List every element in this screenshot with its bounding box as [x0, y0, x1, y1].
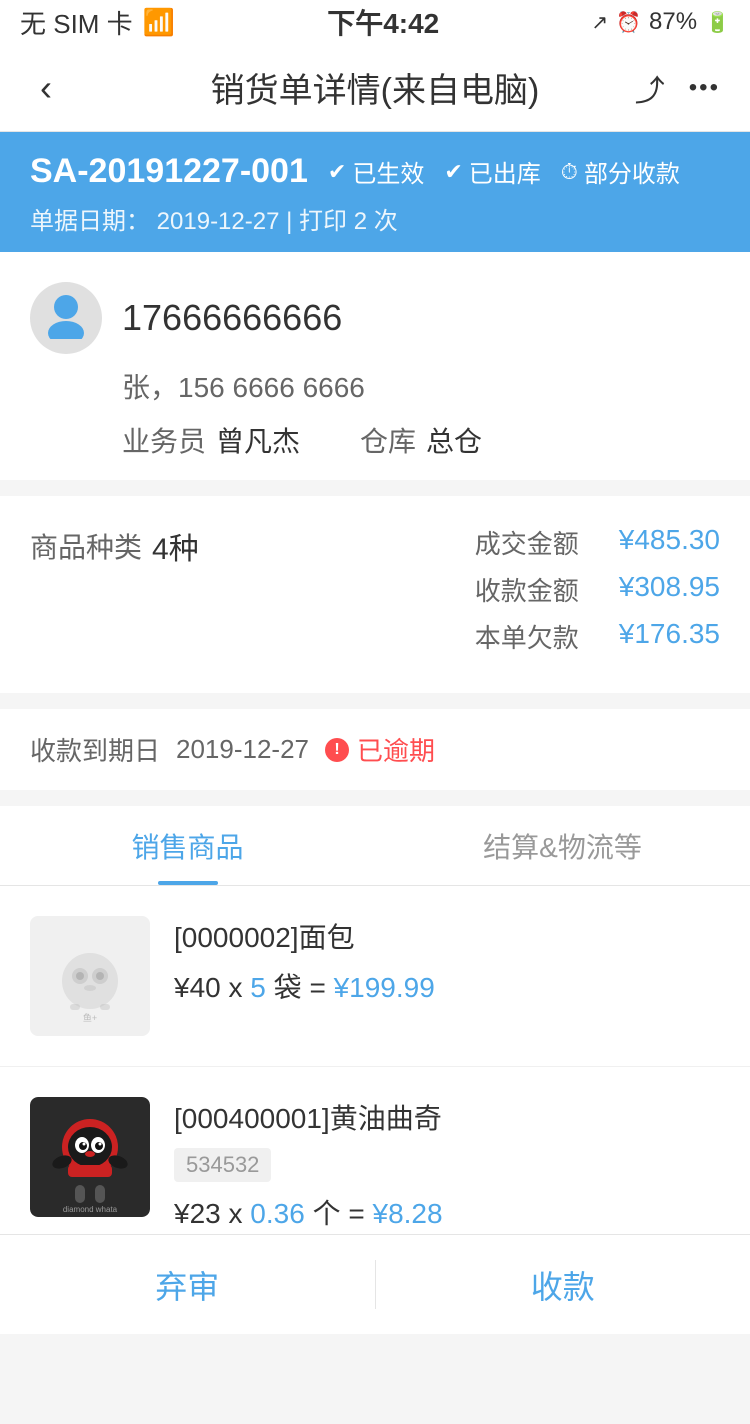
- status-effective: ✔ 已生效: [328, 154, 424, 189]
- product-count: 4种: [152, 524, 199, 568]
- status-bar: 无 SIM 卡 📶 下午4:42 ↗ ⏰ 87% 🔋: [0, 0, 750, 44]
- svg-text:鱼+: 鱼+: [83, 1012, 97, 1023]
- print-suffix: 次: [374, 208, 398, 235]
- order-id: SA-20191227-001: [30, 152, 308, 191]
- print-separator: | 打印: [286, 208, 354, 235]
- share-button[interactable]: ⤴: [635, 66, 665, 110]
- wifi-icon: 📶: [143, 7, 175, 38]
- status-partial-payment: ⏱ 部分收款: [561, 154, 680, 189]
- carrier-text: 无 SIM 卡: [20, 4, 133, 41]
- nav-actions: ⤴ •••: [635, 66, 720, 110]
- overdue-icon: !: [325, 738, 349, 762]
- battery-icon: 🔋: [705, 10, 730, 35]
- order-summary: 商品种类 4种 成交金额 ¥485.30 收款金额 ¥308.95 本单欠款 ¥…: [0, 496, 750, 693]
- customer-meta: 业务员 曾凡杰 仓库 总仓: [30, 420, 720, 460]
- warehouse-label: 仓库: [360, 420, 416, 460]
- product-price-1: ¥40 x 5 袋 = ¥199.99: [174, 966, 720, 1006]
- product-type-label: 商品种类: [30, 526, 142, 566]
- product-info-1: [0000002]面包 ¥40 x 5 袋 = ¥199.99: [174, 916, 720, 1036]
- customer-section: 17666666666 张，156 6666 6666 业务员 曾凡杰 仓库 总…: [0, 252, 750, 480]
- product-total-2: ¥8.28: [373, 1198, 443, 1229]
- product-image-1: 鱼+: [30, 916, 150, 1036]
- status-bar-right: ↗ ⏰ 87% 🔋: [591, 8, 730, 36]
- customer-id: 17666666666: [122, 297, 342, 339]
- warehouse-name: 总仓: [426, 420, 482, 460]
- total-amount-value: ¥485.30: [619, 524, 720, 561]
- sales-person: 业务员 曾凡杰: [122, 420, 300, 460]
- bottom-bar: 弃审 收款: [0, 1234, 750, 1334]
- svg-text:diamond whata: diamond whata: [63, 1205, 118, 1214]
- back-button[interactable]: ‹: [30, 57, 62, 119]
- battery-text: 87%: [649, 8, 697, 36]
- debt-value: ¥176.35: [619, 618, 720, 655]
- order-date: 2019-12-27: [157, 208, 280, 235]
- overdue-label: 已逾期: [357, 731, 435, 768]
- avatar-icon: [40, 287, 92, 350]
- location-icon: ↗: [591, 10, 608, 35]
- cancel-button[interactable]: 弃审: [0, 1235, 375, 1334]
- confirm-button[interactable]: 收款: [376, 1235, 750, 1334]
- status-bar-left: 无 SIM 卡 📶: [20, 4, 175, 41]
- product-quantity-1: 5: [250, 972, 266, 1003]
- tabs-row: 销售商品 结算&物流等: [0, 806, 750, 886]
- tab-products[interactable]: 销售商品: [0, 806, 375, 885]
- product-name-1: [0000002]面包: [174, 916, 720, 956]
- received-amount-row: 收款金额 ¥308.95: [475, 571, 720, 608]
- bottom-spacer: [0, 1324, 750, 1424]
- print-count: 2: [354, 208, 367, 235]
- tabs-section: 销售商品 结算&物流等: [0, 806, 750, 886]
- customer-avatar: [30, 282, 102, 354]
- due-date-section: 收款到期日 2019-12-27 ! 已逾期: [0, 709, 750, 790]
- product-name-2: [000400001]黄油曲奇: [174, 1097, 720, 1137]
- page-title: 销货单详情(来自电脑): [211, 63, 540, 112]
- product-image-2: diamond whata: [30, 1097, 150, 1217]
- sales-name: 曾凡杰: [216, 420, 300, 460]
- check-icon-2: ✔: [444, 159, 462, 185]
- customer-name-phone: 张，156 6666 6666: [30, 366, 720, 406]
- product-type-row: 商品种类 4种: [30, 524, 199, 568]
- product-price-2: ¥23 x 0.36 个 = ¥8.28: [174, 1192, 720, 1232]
- status-shipped: ✔ 已出库: [444, 154, 540, 189]
- date-label: 单据日期：: [30, 208, 150, 235]
- status-bar-time: 下午4:42: [327, 2, 439, 42]
- check-icon-1: ✔: [328, 159, 346, 185]
- tab-settlement[interactable]: 结算&物流等: [375, 806, 750, 885]
- product-quantity-2: 0.36: [250, 1198, 305, 1229]
- amount-summary: 成交金额 ¥485.30 收款金额 ¥308.95 本单欠款 ¥176.35: [475, 524, 720, 665]
- product-info-2: [000400001]黄油曲奇 534532 ¥23 x 0.36 个 = ¥8…: [174, 1097, 720, 1232]
- nav-bar: ‹ 销货单详情(来自电脑) ⤴ •••: [0, 44, 750, 132]
- total-amount-label: 成交金额: [475, 524, 579, 561]
- product-sku-2: 534532: [174, 1148, 271, 1182]
- sales-label: 业务员: [122, 420, 206, 460]
- received-label: 收款金额: [475, 571, 579, 608]
- warehouse: 仓库 总仓: [360, 420, 482, 460]
- clock-icon: ⏱: [561, 159, 578, 185]
- product-total-1: ¥199.99: [334, 972, 435, 1003]
- due-date-value: 2019-12-27: [176, 734, 309, 765]
- order-date-row: 单据日期： 2019-12-27 | 打印 2 次: [30, 201, 720, 236]
- debt-amount-row: 本单欠款 ¥176.35: [475, 618, 720, 655]
- overdue-badge: ! 已逾期: [325, 731, 435, 768]
- list-item: 鱼+ [0000002]面包 ¥40 x 5 袋 = ¥199.99: [0, 886, 750, 1067]
- total-amount-row: 成交金额 ¥485.30: [475, 524, 720, 561]
- alarm-icon: ⏰: [616, 10, 641, 35]
- section-divider: [0, 794, 750, 806]
- received-value: ¥308.95: [619, 571, 720, 608]
- more-button[interactable]: •••: [689, 74, 720, 102]
- order-header-banner: SA-20191227-001 ✔ 已生效 ✔ 已出库 ⏱ 部分收款 单据日期：…: [0, 132, 750, 252]
- debt-label: 本单欠款: [475, 618, 579, 655]
- due-date-label: 收款到期日: [30, 731, 160, 768]
